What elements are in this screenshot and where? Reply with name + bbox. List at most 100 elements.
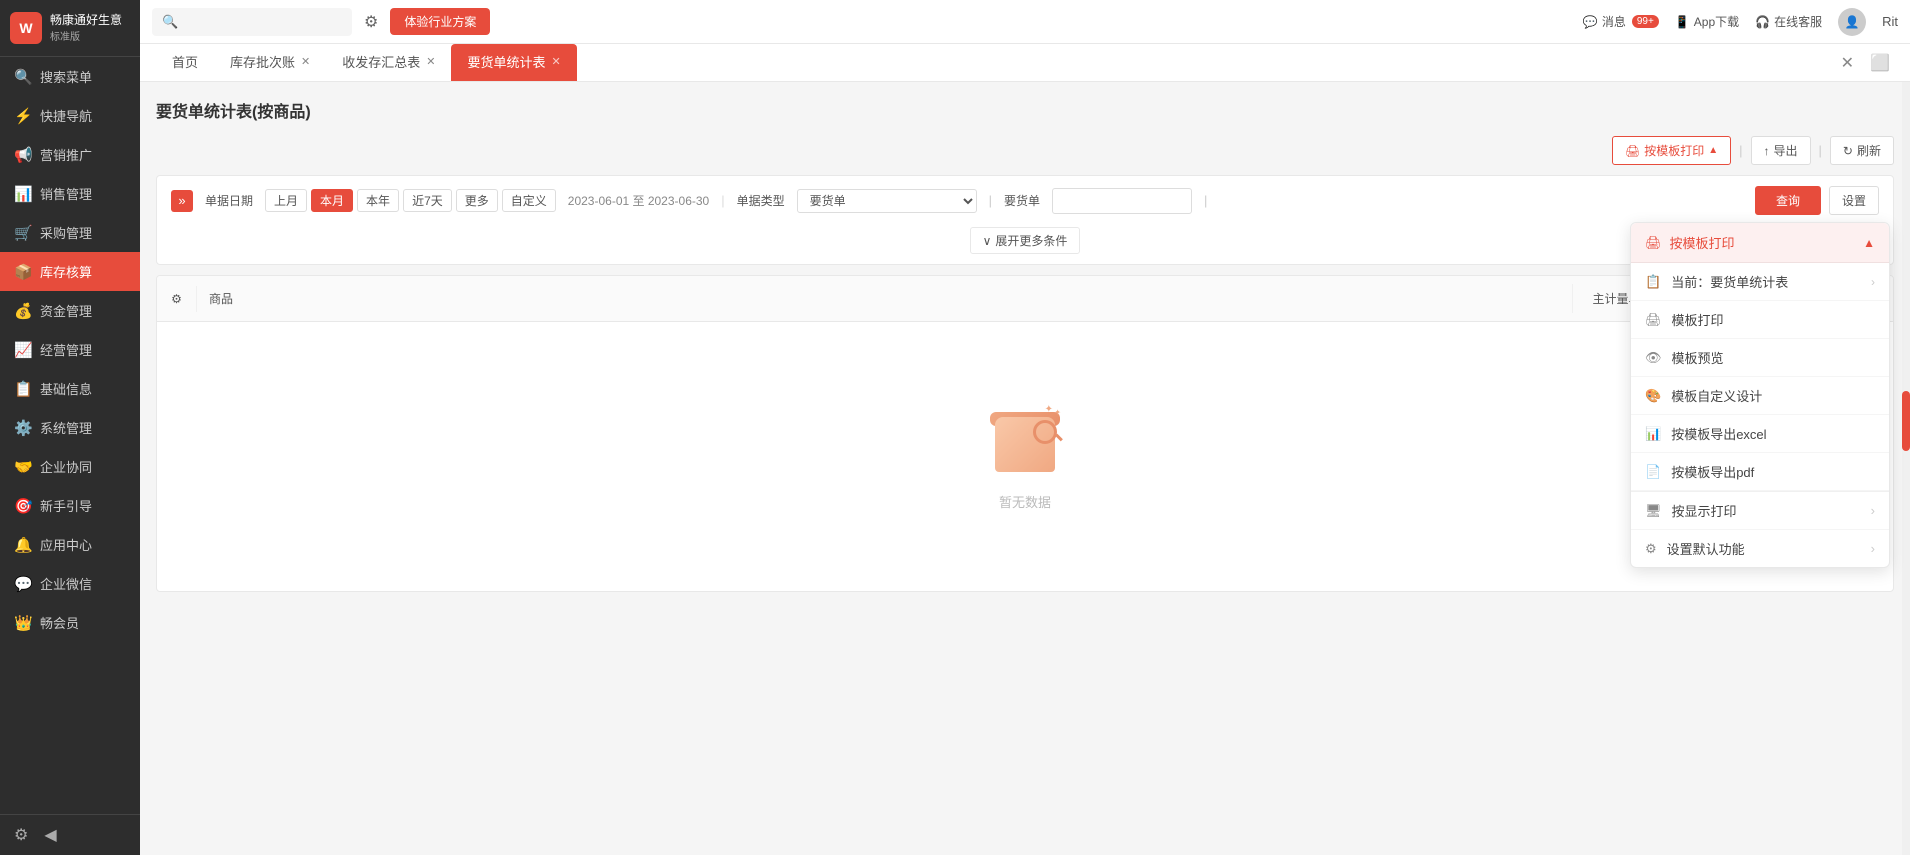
avatar-icon: 👤	[1845, 15, 1860, 29]
set-default-label: 设置默认功能	[1667, 539, 1745, 558]
messages-btn[interactable]: 💬 消息 99+	[1583, 13, 1659, 30]
collapse-icon[interactable]: ◀	[44, 825, 56, 845]
sidebar-item-member[interactable]: 👑 畅会员	[0, 603, 140, 642]
print-template-btn[interactable]: 🖨 按模板打印 ▲	[1612, 136, 1731, 165]
page-title: 要货单统计表(按商品)	[156, 98, 1894, 122]
tab-home[interactable]: 首页	[156, 44, 214, 81]
messages-badge: 99+	[1632, 15, 1659, 28]
sidebar-item-label: 企业协同	[40, 457, 92, 476]
print-template-label: 按模板打印	[1644, 142, 1704, 159]
scrollbar-thumb[interactable]	[1902, 391, 1910, 451]
date-btn-last-month[interactable]: 上月	[265, 189, 307, 212]
sidebar-item-marketing[interactable]: 📢 营销推广	[0, 135, 140, 174]
search-box[interactable]: 🔍	[152, 8, 352, 36]
tab-order-stats-close[interactable]: ✕	[552, 55, 561, 68]
main-area: 🔍 ⚙ 体验行业方案 💬 消息 99+ 📱 App下载 🎧 在线客服 👤 Rit	[140, 0, 1910, 855]
operations-icon: 📈	[14, 341, 32, 359]
settings-footer-icon[interactable]: ⚙	[14, 825, 28, 845]
search-icon: 🔍	[14, 68, 32, 86]
refresh-label: 刷新	[1857, 142, 1881, 159]
sidebar-item-enterprise[interactable]: 🤝 企业协同	[0, 447, 140, 486]
gear-icon[interactable]: ⚙	[364, 12, 378, 32]
search-input[interactable]	[184, 15, 324, 29]
yaohuo-input[interactable]	[1052, 188, 1192, 214]
app-download-btn[interactable]: 📱 App下载	[1675, 13, 1739, 30]
dropdown-header-left: 🖨 按模板打印	[1645, 233, 1735, 252]
set-default-left: ⚙ 设置默认功能	[1645, 539, 1745, 558]
th-settings[interactable]: ⚙	[157, 286, 197, 312]
scrollbar-track	[1902, 82, 1910, 855]
basic-icon: 📋	[14, 380, 32, 398]
tab-batch-account[interactable]: 库存批次账 ✕	[214, 44, 326, 81]
tab-receipt-summary[interactable]: 收发存汇总表 ✕	[326, 44, 451, 81]
tab-batch-account-close[interactable]: ✕	[301, 55, 310, 68]
default-icon: ⚙	[1645, 541, 1657, 557]
search-icon: 🔍	[162, 14, 178, 30]
dropdown-template-custom[interactable]: 🎨 模板自定义设计	[1631, 377, 1889, 415]
date-btn-this-year[interactable]: 本年	[357, 189, 399, 212]
purchase-icon: 🛒	[14, 224, 32, 242]
sidebar-item-label: 基础信息	[40, 379, 92, 398]
sidebar: W 畅康通好生意 标准版 🔍 搜索菜单 ⚡ 快捷导航 📢 营销推广 📊 销售管理…	[0, 0, 140, 855]
sidebar-item-label: 快捷导航	[40, 106, 92, 125]
sidebar-item-label: 应用中心	[40, 535, 92, 554]
dropdown-current-template[interactable]: 📋 当前：要货单统计表 ›	[1631, 263, 1889, 301]
sidebar-item-sales[interactable]: 📊 销售管理	[0, 174, 140, 213]
tab-home-label: 首页	[172, 52, 198, 71]
sidebar-item-system[interactable]: ⚙️ 系统管理	[0, 408, 140, 447]
excel-item-icon: 📊	[1645, 426, 1661, 442]
export-btn[interactable]: ↑ 导出	[1751, 136, 1811, 165]
magnifier-icon	[1033, 420, 1057, 444]
tab-close-all-btn[interactable]: ✕	[1837, 51, 1858, 75]
refresh-btn[interactable]: ↻ 刷新	[1830, 136, 1894, 165]
star-icon: ✦	[1045, 404, 1053, 415]
tab-expand-btn[interactable]: ⬜	[1866, 51, 1894, 75]
filter-expand-btn[interactable]: »	[171, 190, 193, 212]
sidebar-item-guide[interactable]: 🎯 新手引导	[0, 486, 140, 525]
sidebar-item-basic[interactable]: 📋 基础信息	[0, 369, 140, 408]
sidebar-nav: 🔍 搜索菜单 ⚡ 快捷导航 📢 营销推广 📊 销售管理 🛒 采购管理 📦 库存核…	[0, 57, 140, 814]
dropdown-export-pdf[interactable]: 📄 按模板导出pdf	[1631, 453, 1889, 491]
dropdown-export-excel[interactable]: 📊 按模板导出excel	[1631, 415, 1889, 453]
date-btn-custom[interactable]: 自定义	[502, 189, 556, 212]
type-select[interactable]: 要货单	[797, 189, 977, 213]
expand-more-btn[interactable]: ∨ 展开更多条件	[970, 227, 1081, 254]
date-btn-more[interactable]: 更多	[456, 189, 498, 212]
online-service-btn[interactable]: 🎧 在线客服	[1755, 13, 1822, 30]
sidebar-item-inventory[interactable]: 📦 库存核算	[0, 252, 140, 291]
app-download-label: App下载	[1694, 13, 1739, 30]
th-product: 商品	[197, 284, 1573, 313]
dropdown-template-print[interactable]: 🖨 模板打印	[1631, 301, 1889, 339]
design-item-icon: 🎨	[1645, 388, 1661, 404]
tab-receipt-summary-close[interactable]: ✕	[426, 55, 435, 68]
chevron-up-menu-icon: ▲	[1863, 236, 1875, 250]
user-name: Rit	[1882, 14, 1898, 29]
headset-icon: 🎧	[1755, 15, 1770, 29]
sidebar-item-operations[interactable]: 📈 经营管理	[0, 330, 140, 369]
dropdown-display-print[interactable]: 🖥 按显示打印 ›	[1631, 492, 1889, 530]
finance-icon: 💰	[14, 302, 32, 320]
date-btn-this-month[interactable]: 本月	[311, 189, 353, 212]
filter-row-1: » 单据日期 上月 本月 本年 近7天 更多 自定义 2023-06-01 至 …	[171, 186, 1879, 215]
query-btn[interactable]: 查询	[1755, 186, 1821, 215]
export-excel-label: 按模板导出excel	[1671, 424, 1875, 443]
type-label: 单据类型	[737, 192, 785, 209]
dropdown-template-preview[interactable]: 👁 模板预览	[1631, 339, 1889, 377]
sidebar-item-search[interactable]: 🔍 搜索菜单	[0, 57, 140, 96]
date-btn-7days[interactable]: 近7天	[403, 189, 452, 212]
sidebar-item-wechat[interactable]: 💬 企业微信	[0, 564, 140, 603]
export-icon: ↑	[1764, 144, 1770, 158]
sidebar-item-quick-nav[interactable]: ⚡ 快捷导航	[0, 96, 140, 135]
dropdown-set-default[interactable]: ⚙ 设置默认功能 ›	[1631, 530, 1889, 567]
sidebar-item-purchase[interactable]: 🛒 采购管理	[0, 213, 140, 252]
settings-btn[interactable]: 设置	[1829, 186, 1879, 215]
avatar[interactable]: 👤	[1838, 8, 1866, 36]
separator-4: |	[1204, 193, 1207, 208]
sidebar-item-finance[interactable]: 💰 资金管理	[0, 291, 140, 330]
separator-1: |	[1739, 143, 1742, 158]
trial-btn[interactable]: 体验行业方案	[390, 8, 490, 35]
sidebar-item-appstore[interactable]: 🔔 应用中心	[0, 525, 140, 564]
tab-order-stats[interactable]: 要货单统计表 ✕	[451, 44, 576, 81]
display-print-label: 按显示打印	[1672, 501, 1737, 520]
tab-order-stats-label: 要货单统计表	[467, 52, 545, 71]
